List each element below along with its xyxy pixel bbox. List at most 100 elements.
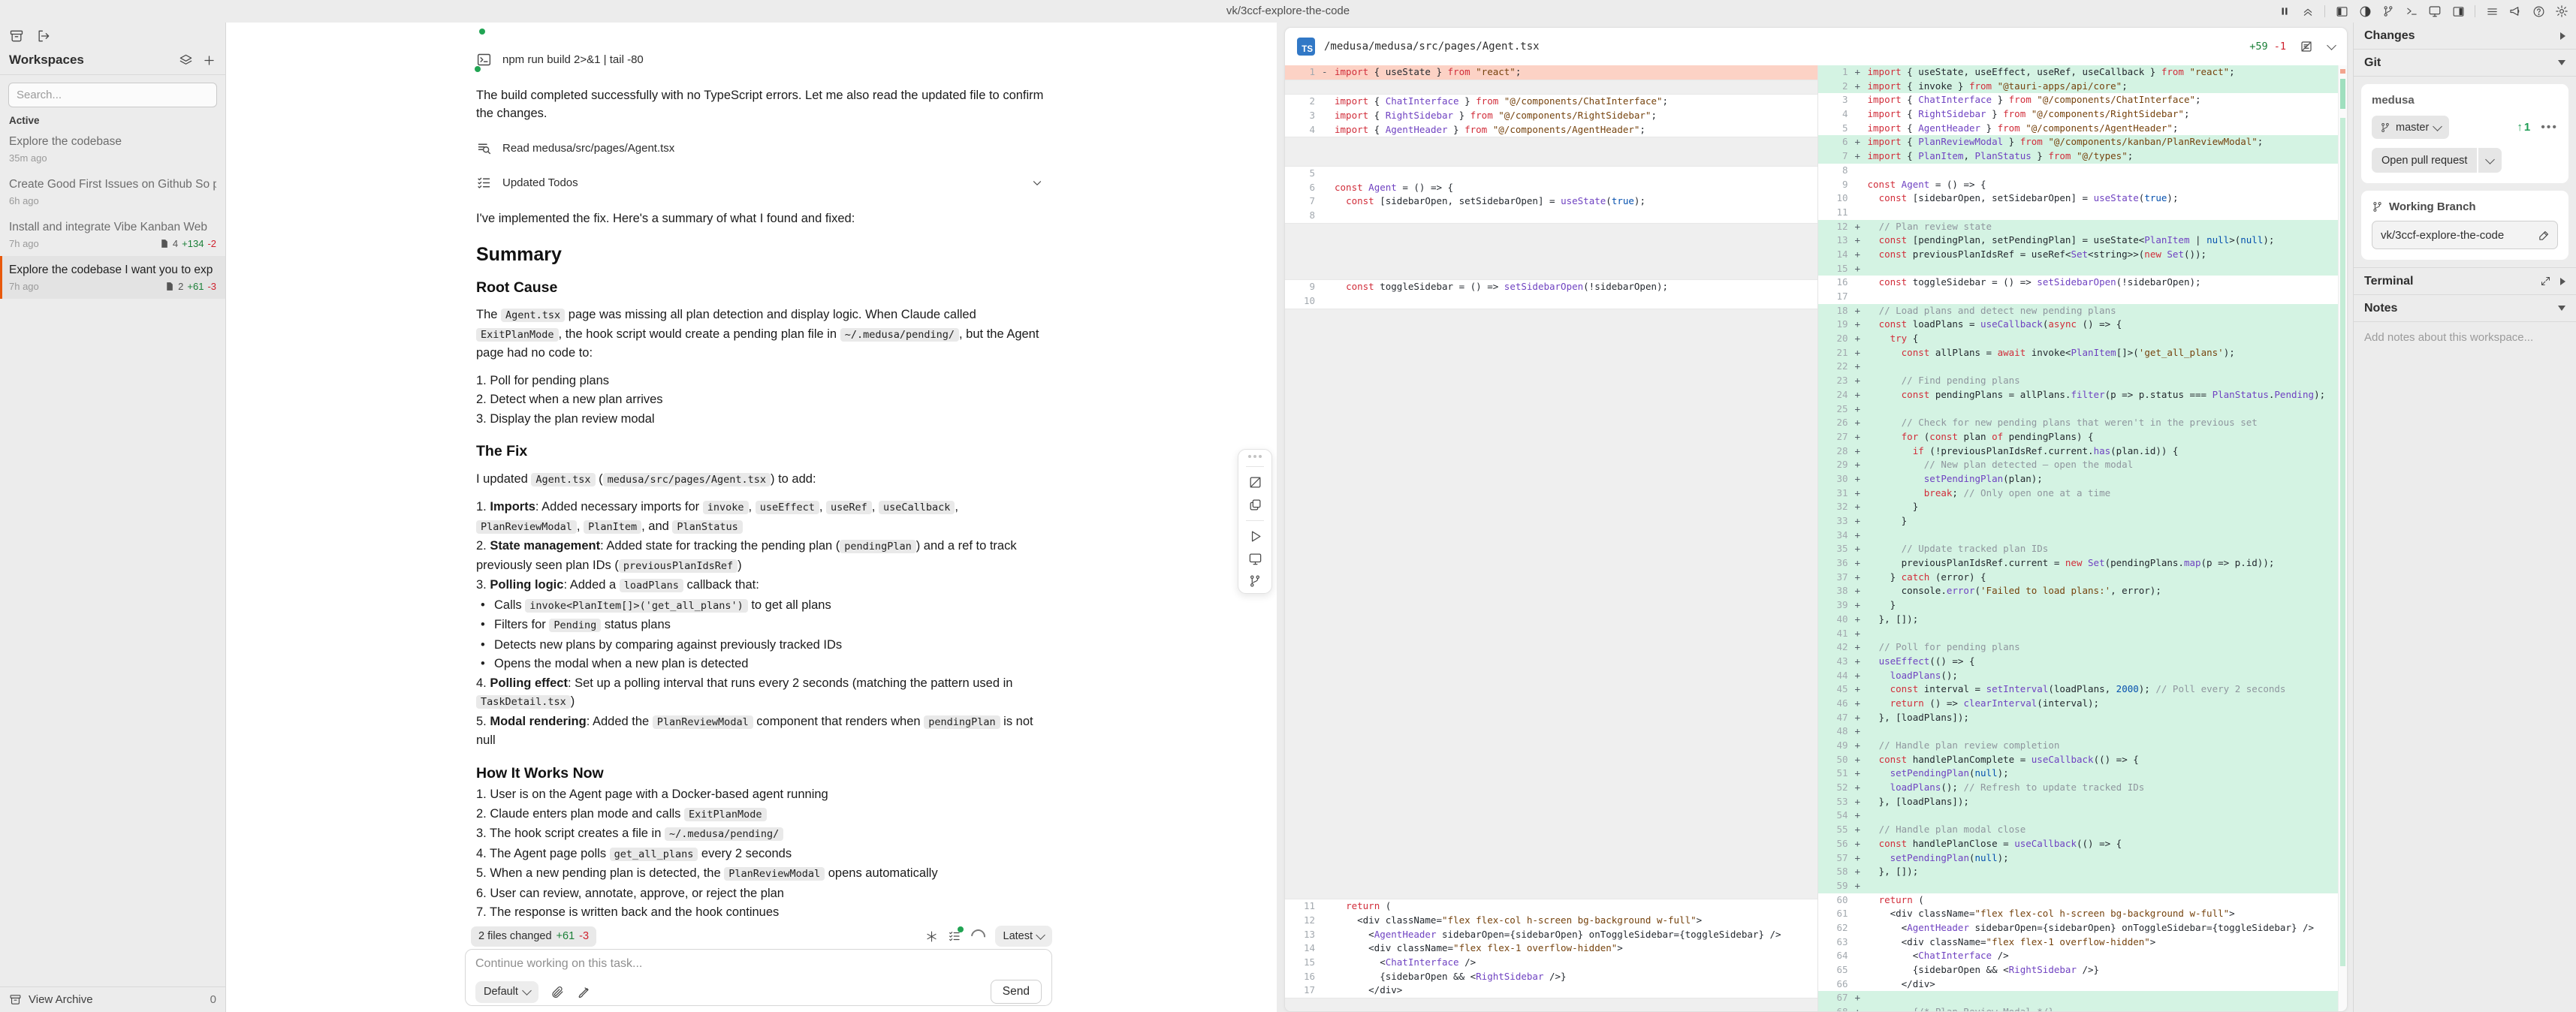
- diff-line: 6+import { PlanReviewModal } from "@/com…: [1818, 135, 2348, 149]
- working-branch-input[interactable]: [2379, 228, 2538, 242]
- model-dropdown[interactable]: Default: [475, 981, 538, 1003]
- diff-line: 41+: [1818, 627, 2348, 641]
- diff-scrollbar[interactable]: [2338, 65, 2347, 1011]
- diff-line: 42+ // Poll for pending plans: [1818, 640, 2348, 655]
- tool-call-chip[interactable]: Updated Todos: [476, 174, 1044, 193]
- collapse-up-icon[interactable]: [2301, 5, 2315, 18]
- terminal-icon[interactable]: [2405, 5, 2418, 18]
- view-archive-button[interactable]: View Archive 0: [0, 986, 225, 1012]
- list-item: 3. The hook script creates a file in ~/.…: [476, 824, 1044, 844]
- workspace-item[interactable]: Explore the codebase I want you to exp 7…: [0, 256, 225, 299]
- spinner-icon: [968, 926, 988, 947]
- diff-gap: [1285, 998, 1817, 1011]
- sign-out-icon[interactable]: [36, 29, 51, 44]
- menu-icon[interactable]: [2485, 5, 2499, 18]
- list-item: 2. Detect when a new plan arrives: [476, 390, 1044, 409]
- chevron-down-icon: [1036, 930, 1045, 940]
- git-section-header[interactable]: Git: [2354, 50, 2576, 77]
- edit-pencil-icon[interactable]: [2538, 229, 2550, 242]
- workspace-search-input[interactable]: [8, 83, 217, 107]
- chat-scroll-area[interactable]: npm run build 2>&1 | tail -80The build c…: [226, 23, 1277, 923]
- diff-line: 15+: [1818, 262, 2348, 276]
- monitor-icon[interactable]: [1248, 552, 1262, 566]
- diff-line: 14 <div className="flex flex-1 overflow-…: [1285, 941, 1817, 956]
- workspaces-title: Workspaces: [9, 53, 84, 68]
- diff-line: 57+ setPendingPlan(null);: [1818, 851, 2348, 866]
- megaphone-icon[interactable]: [2508, 5, 2522, 18]
- list-item: 1. User is on the Agent page with a Dock…: [476, 785, 1044, 804]
- diff-line: 58+ }, []);: [1818, 865, 2348, 879]
- branch-selector[interactable]: master: [2372, 116, 2449, 139]
- titlebar-divider: [2324, 5, 2325, 17]
- panel-left-icon[interactable]: [2335, 5, 2348, 18]
- latest-dropdown[interactable]: Latest: [995, 926, 1053, 947]
- changes-section-header[interactable]: Changes: [2354, 23, 2576, 50]
- pull-request-dropdown[interactable]: [2478, 148, 2502, 173]
- chat-heading: How It Works Now: [476, 764, 1044, 783]
- diff-line: 4import { AgentHeader } from "@/componen…: [1285, 123, 1817, 137]
- list-item: 2. State management: Added state for tra…: [476, 537, 1044, 575]
- diff-line: 7 const [sidebarOpen, setSidebarOpen] = …: [1285, 194, 1817, 209]
- chevron-down-icon[interactable]: [1030, 176, 1044, 190]
- bullet-list: Calls invoke<PlanItem[]>('get_all_plans'…: [476, 596, 1044, 673]
- todos-status-icon[interactable]: [948, 929, 961, 943]
- whitespace-toggle-icon[interactable]: [2300, 40, 2313, 53]
- diff-line: 51+ setPendingPlan(null);: [1818, 767, 2348, 781]
- ordered-list: 1. Imports: Added necessary imports for …: [476, 498, 1044, 595]
- send-button[interactable]: Send: [991, 980, 1042, 1004]
- diff-line: 59+: [1818, 879, 2348, 893]
- tool-call-label: Updated Todos: [502, 174, 578, 193]
- attach-icon[interactable]: [550, 985, 565, 999]
- diff-toggle-icon[interactable]: [1248, 475, 1262, 489]
- workspace-item[interactable]: Install and integrate Vibe Kanban Web 7h…: [0, 213, 225, 256]
- workspace-item[interactable]: Create Good First Issues on Github So p …: [0, 170, 225, 213]
- lines-added: +61: [557, 930, 575, 942]
- tool-call-chip[interactable]: npm run build 2>&1 | tail -80: [476, 51, 1044, 70]
- files-changed-badge[interactable]: 2 files changed +61 -3: [471, 926, 596, 947]
- diff-line: 2import { ChatInterface } from "@/compon…: [1285, 95, 1817, 109]
- diff-line: 5import { AgentHeader } from "@/componen…: [1818, 122, 2348, 136]
- notes-section-header[interactable]: Notes: [2354, 295, 2576, 322]
- diff-gap: [1285, 223, 1817, 281]
- git-branch-icon[interactable]: [1248, 574, 1262, 588]
- drag-handle-icon[interactable]: [1248, 455, 1262, 458]
- list-item: 2. Claude enters plan mode and calls Exi…: [476, 805, 1044, 824]
- archive-icon[interactable]: [9, 29, 24, 44]
- pen-icon[interactable]: [577, 985, 591, 999]
- list-item: 5. Modal rendering: Added the PlanReview…: [476, 712, 1044, 750]
- copy-icon[interactable]: [1248, 498, 1262, 512]
- diff-line: 27+ for (const plan of pendingPlans) {: [1818, 430, 2348, 444]
- diff-line: 4import { RightSidebar } from "@/compone…: [1818, 107, 2348, 122]
- diff-line: 60 return (: [1818, 893, 2348, 908]
- diff-line: 61 <div className="flex flex-col h-scree…: [1818, 907, 2348, 921]
- files-changed-label: 2 files changed: [478, 930, 552, 942]
- layers-icon[interactable]: [179, 53, 193, 68]
- diff-line: 32+ }: [1818, 500, 2348, 514]
- terminal-section-header[interactable]: Terminal: [2354, 267, 2576, 295]
- monitor-icon[interactable]: [2428, 5, 2442, 18]
- help-icon[interactable]: [2532, 5, 2545, 18]
- diff-line: 67+: [1818, 991, 2348, 1005]
- diff-body[interactable]: 1-import { useState } from "react";2impo…: [1285, 65, 2347, 1011]
- todos-icon: [476, 175, 493, 191]
- open-pull-request-button[interactable]: Open pull request: [2372, 148, 2477, 173]
- git-branch-icon[interactable]: [2381, 5, 2395, 18]
- settings-gear-icon[interactable]: [2555, 5, 2568, 18]
- chevron-down-icon: [522, 986, 532, 995]
- contrast-icon[interactable]: [2358, 5, 2372, 18]
- expand-icon[interactable]: [2540, 276, 2551, 287]
- play-icon[interactable]: [1248, 529, 1262, 544]
- diff-line: 9const Agent = () => {: [1818, 178, 2348, 192]
- notes-placeholder[interactable]: Add notes about this workspace...: [2354, 322, 2576, 353]
- diff-line: 5: [1285, 167, 1817, 181]
- collapse-diff-icon[interactable]: [2327, 41, 2336, 50]
- sparkle-icon[interactable]: [925, 930, 938, 943]
- workspace-item[interactable]: Explore the codebase 35m ago: [0, 128, 225, 170]
- more-options-icon[interactable]: •••: [2541, 121, 2558, 134]
- new-workspace-icon[interactable]: [202, 53, 216, 68]
- pause-icon[interactable]: [2278, 5, 2291, 18]
- list-item: 4. The Agent page polls get_all_plans ev…: [476, 845, 1044, 864]
- tool-call-chip[interactable]: Read medusa/src/pages/Agent.tsx: [476, 140, 1044, 158]
- panel-right-icon[interactable]: [2451, 5, 2465, 18]
- message-input[interactable]: [475, 957, 1042, 971]
